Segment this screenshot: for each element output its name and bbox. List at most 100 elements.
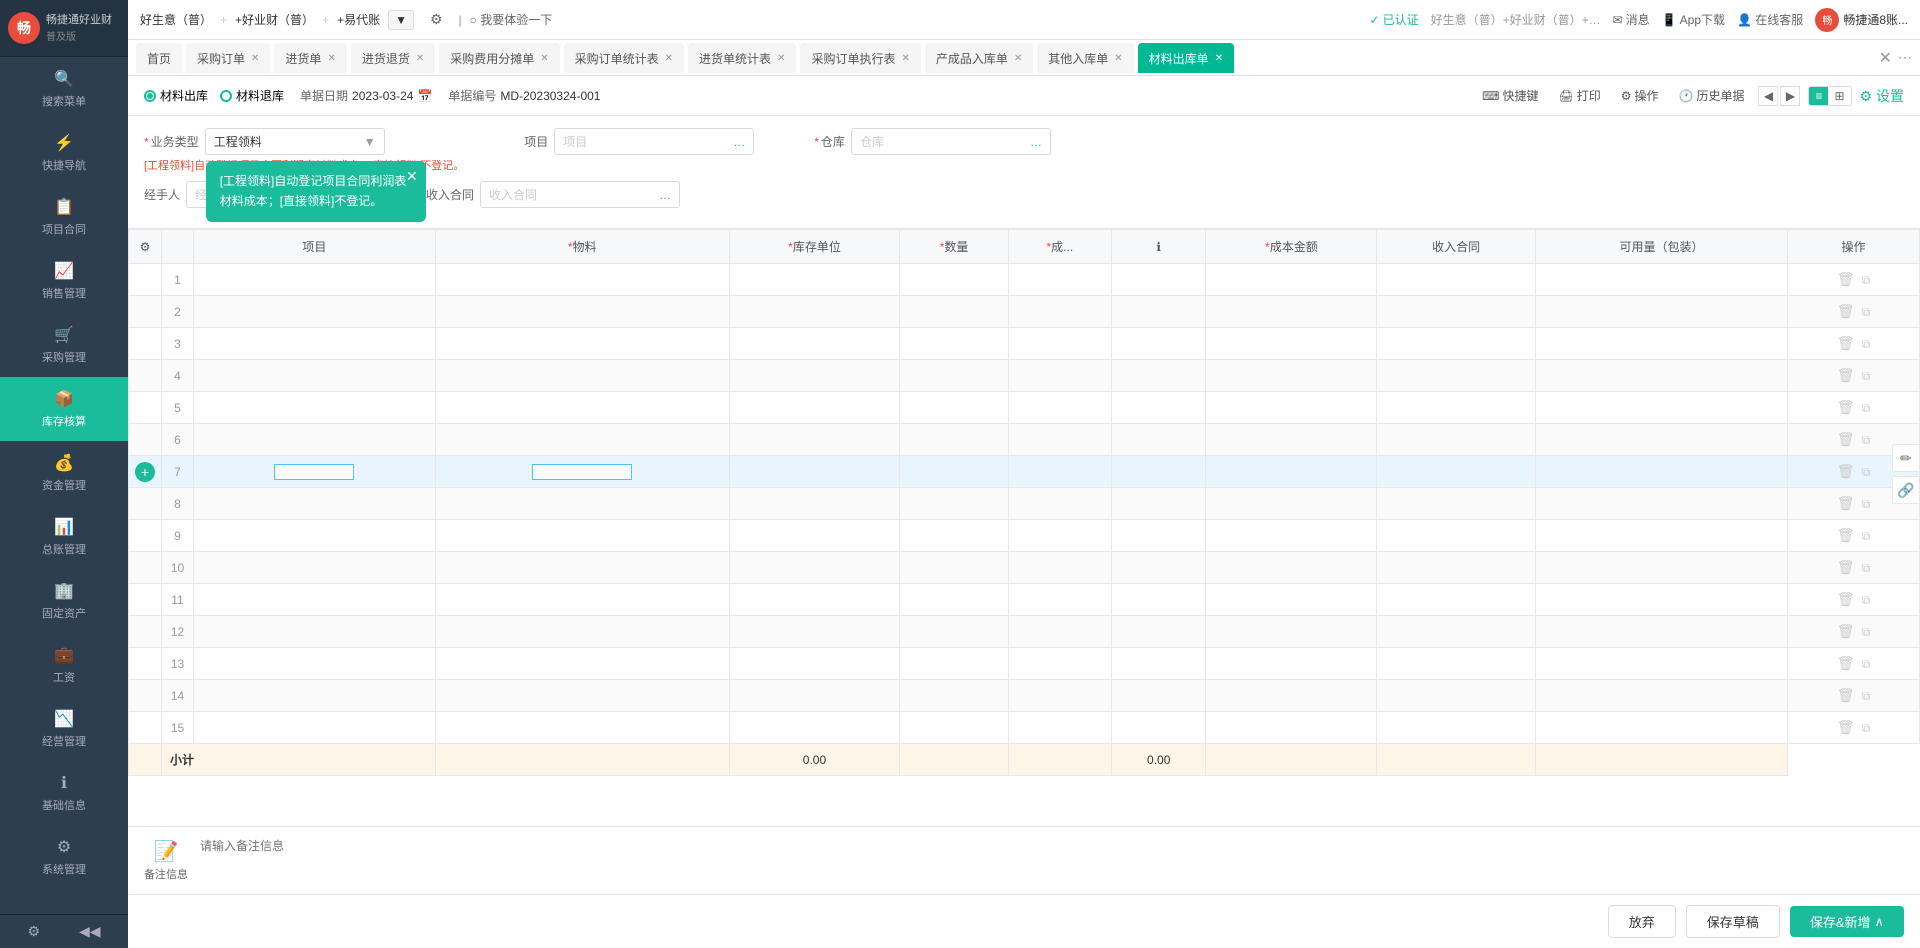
tab-close-8[interactable]: ✕ xyxy=(1014,53,1022,64)
tab-close-6[interactable]: ✕ xyxy=(777,53,785,64)
print-btn[interactable]: 🖨 打印 xyxy=(1552,84,1606,107)
row-project[interactable] xyxy=(194,552,436,584)
warehouse-dots-btn[interactable]: … xyxy=(1030,135,1042,149)
row-available[interactable] xyxy=(1535,264,1787,296)
row-qty[interactable] xyxy=(900,520,1008,552)
row-unit[interactable] xyxy=(729,584,900,616)
row-cost[interactable] xyxy=(1008,520,1111,552)
row-unit[interactable] xyxy=(729,456,900,488)
row-cost-amount[interactable] xyxy=(1206,488,1377,520)
row-cost-amount[interactable] xyxy=(1206,712,1377,744)
row-cost-amount[interactable] xyxy=(1206,456,1377,488)
row-material[interactable] xyxy=(435,392,729,424)
row-qty[interactable] xyxy=(900,552,1008,584)
row-cost[interactable] xyxy=(1008,680,1111,712)
row-available[interactable] xyxy=(1535,680,1787,712)
settings-bottom-icon[interactable]: ⚙ xyxy=(27,923,40,940)
row-income-contract[interactable] xyxy=(1377,712,1536,744)
topbar-link-1[interactable]: 好生意（普） xyxy=(140,11,212,28)
row-available[interactable] xyxy=(1535,520,1787,552)
tab-2[interactable]: 进货单✕ xyxy=(274,43,346,73)
row-copy-btn[interactable]: ⧉ xyxy=(1862,721,1871,735)
row-income-contract[interactable] xyxy=(1377,616,1536,648)
ops-btn[interactable]: ⚙ 操作 xyxy=(1615,84,1665,107)
topbar-service-btn[interactable]: 👤 在线客服 xyxy=(1737,11,1803,28)
row-copy-btn[interactable]: ⧉ xyxy=(1862,465,1871,479)
row-project-input[interactable] xyxy=(274,464,354,480)
row-project[interactable] xyxy=(194,520,436,552)
row-material[interactable] xyxy=(435,520,729,552)
row-copy-btn[interactable]: ⧉ xyxy=(1862,689,1871,703)
row-unit[interactable] xyxy=(729,488,900,520)
row-delete-btn[interactable]: 🗑 xyxy=(1837,431,1855,447)
tab-8[interactable]: 产成品入库单✕ xyxy=(925,43,1033,73)
topbar-app-btn[interactable]: 📱 App下载 xyxy=(1662,11,1725,28)
row-copy-btn[interactable]: ⧉ xyxy=(1862,529,1871,543)
row-available[interactable] xyxy=(1535,360,1787,392)
topbar-more-btn[interactable]: ▼ xyxy=(388,10,414,30)
row-copy-btn[interactable]: ⧉ xyxy=(1862,305,1871,319)
row-project[interactable] xyxy=(194,616,436,648)
row-cost[interactable] xyxy=(1008,392,1111,424)
row-project[interactable] xyxy=(194,328,436,360)
tab-6[interactable]: 进货单统计表✕ xyxy=(688,43,796,73)
sidebar-item-快捷导航[interactable]: ⚡快捷导航 xyxy=(0,121,128,185)
nav-next-btn[interactable]: ▶ xyxy=(1780,86,1800,106)
row-cost-amount[interactable] xyxy=(1206,424,1377,456)
row-cost[interactable] xyxy=(1008,488,1111,520)
row-income-contract[interactable] xyxy=(1377,680,1536,712)
topbar-user[interactable]: 畅 畅捷通8账... xyxy=(1815,8,1908,32)
collapse-sidebar-icon[interactable]: ◀◀ xyxy=(79,923,101,940)
calendar-icon[interactable]: 📅 xyxy=(417,89,432,103)
row-cost[interactable] xyxy=(1008,360,1111,392)
row-delete-btn[interactable]: 🗑 xyxy=(1837,399,1855,415)
row-income-contract[interactable] xyxy=(1377,424,1536,456)
settings-gear-btn[interactable]: ⚙ 设置 xyxy=(1860,86,1904,106)
row-qty[interactable] xyxy=(900,328,1008,360)
row-cost-amount[interactable] xyxy=(1206,360,1377,392)
row-qty[interactable] xyxy=(900,424,1008,456)
row-income-contract[interactable] xyxy=(1377,328,1536,360)
row-income-contract[interactable] xyxy=(1377,392,1536,424)
row-material-input[interactable] xyxy=(532,464,632,480)
row-material[interactable] xyxy=(435,584,729,616)
row-project[interactable] xyxy=(194,680,436,712)
row-cost-amount[interactable] xyxy=(1206,328,1377,360)
row-cost-amount[interactable] xyxy=(1206,616,1377,648)
tab-7[interactable]: 采购订单执行表✕ xyxy=(800,43,920,73)
row-project[interactable] xyxy=(194,456,436,488)
row-unit[interactable] xyxy=(729,392,900,424)
row-qty[interactable] xyxy=(900,712,1008,744)
row-income-contract[interactable] xyxy=(1377,552,1536,584)
sidebar-item-经营管理[interactable]: 📉经营管理 xyxy=(0,697,128,761)
row-income-contract[interactable] xyxy=(1377,520,1536,552)
topbar-link-2[interactable]: +好业财（普） xyxy=(235,11,314,28)
row-project[interactable] xyxy=(194,488,436,520)
float-link-btn[interactable]: 🔗 xyxy=(1892,476,1920,504)
row-cost[interactable] xyxy=(1008,328,1111,360)
row-copy-btn[interactable]: ⧉ xyxy=(1862,657,1871,671)
tab-3[interactable]: 进货退货✕ xyxy=(351,43,435,73)
tab-close-3[interactable]: ✕ xyxy=(416,53,424,64)
row-project[interactable] xyxy=(194,424,436,456)
row-unit[interactable] xyxy=(729,712,900,744)
row-material[interactable] xyxy=(435,360,729,392)
row-cost[interactable] xyxy=(1008,616,1111,648)
radio-material-out[interactable]: 材料出库 xyxy=(144,87,208,104)
row-material[interactable] xyxy=(435,648,729,680)
row-copy-btn[interactable]: ⧉ xyxy=(1862,593,1871,607)
notes-input[interactable] xyxy=(200,839,1904,853)
sidebar-item-项目合同[interactable]: 📋项目合同 xyxy=(0,185,128,249)
row-unit[interactable] xyxy=(729,552,900,584)
view-grid-btn[interactable]: ⊞ xyxy=(1828,87,1850,105)
float-edit-btn[interactable]: ✏ xyxy=(1892,444,1920,472)
row-material[interactable] xyxy=(435,424,729,456)
biz-type-input[interactable]: 工程领料 ▼ ✕ [工程领料]自动登记项目合同利润表材料成本；[直接领料]不登记… xyxy=(205,128,385,155)
row-material[interactable] xyxy=(435,712,729,744)
row-copy-btn[interactable]: ⧉ xyxy=(1862,337,1871,351)
project-input[interactable]: 项目 … xyxy=(554,128,754,155)
tab-0[interactable]: 首页 xyxy=(136,43,182,73)
row-material[interactable] xyxy=(435,680,729,712)
row-qty[interactable] xyxy=(900,392,1008,424)
sidebar-item-采购管理[interactable]: 🛒采购管理 xyxy=(0,313,128,377)
